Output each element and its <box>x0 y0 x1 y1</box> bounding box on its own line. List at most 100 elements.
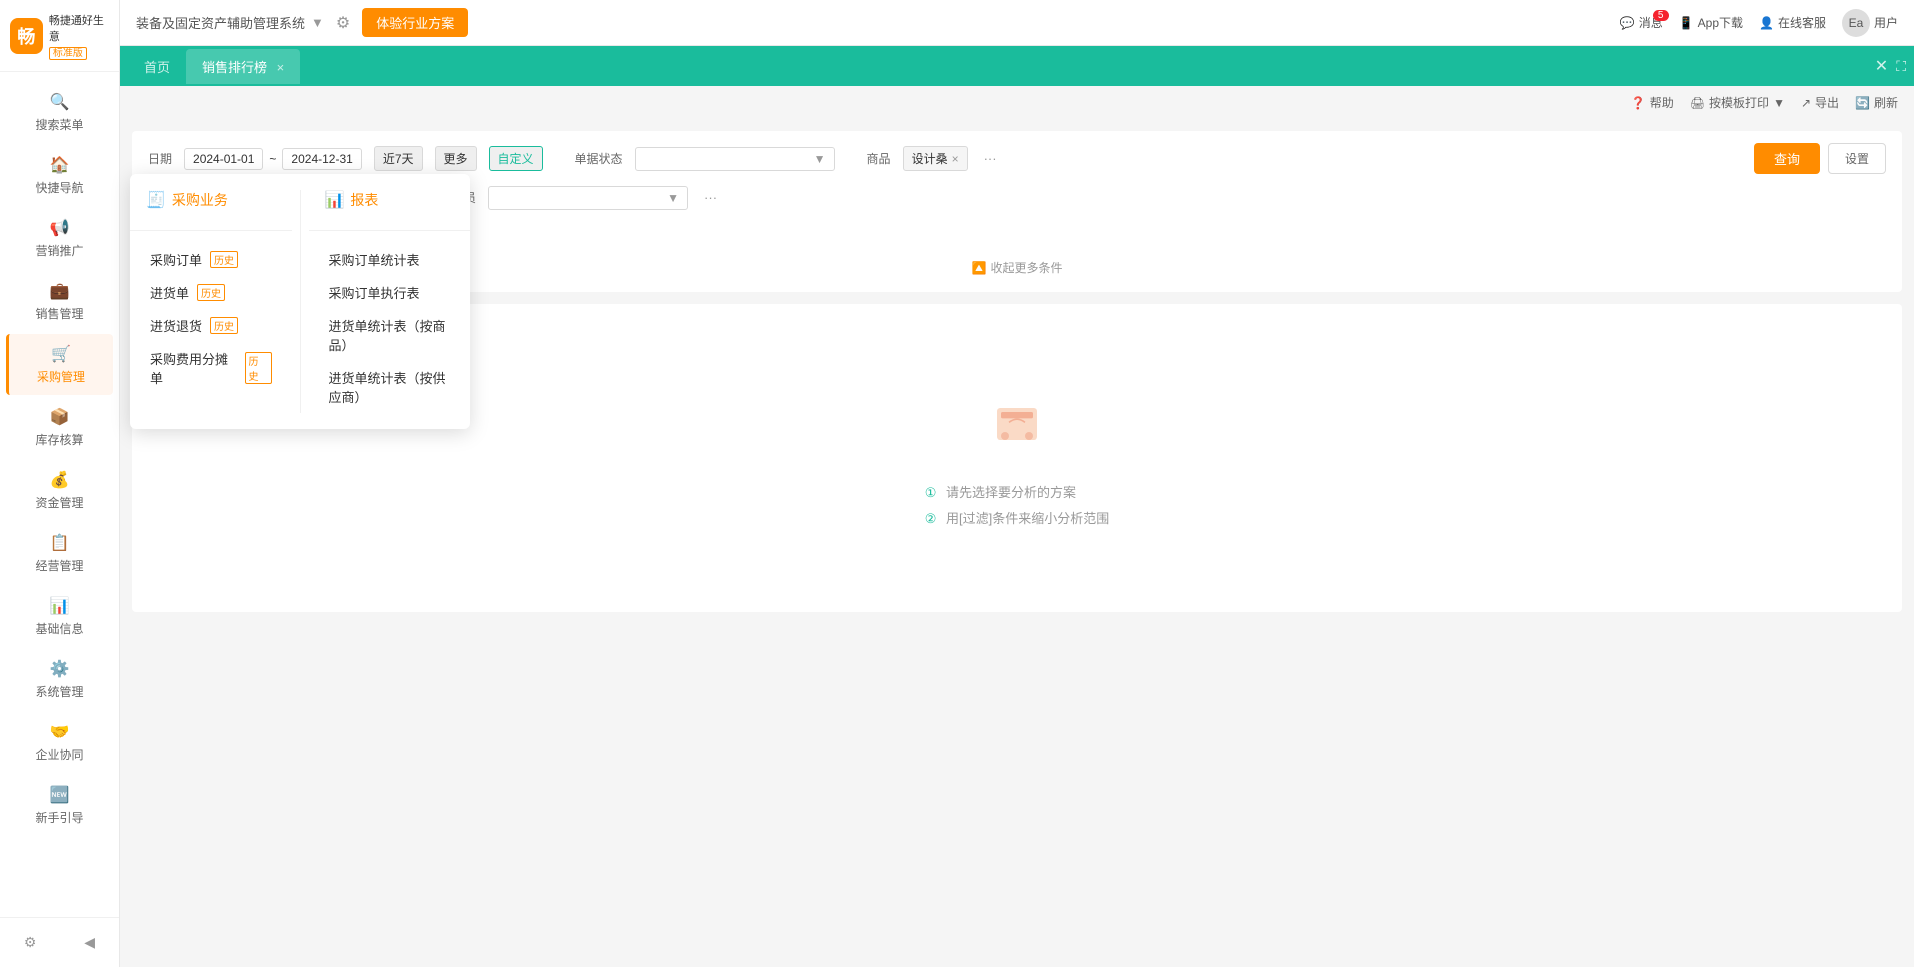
tabbar: 首页 销售排行榜 × ✕ ⛶ <box>120 46 1914 86</box>
settings-gear-icon[interactable]: ⚙ <box>336 13 350 33</box>
sidebar: 畅 畅捷通好生意 标准版 🔍 搜索菜单 🏠 快捷导航 📢 营销推广 💼 销售管理 <box>0 0 120 967</box>
tab-sales-ranking[interactable]: 销售排行榜 × <box>186 49 300 84</box>
home-icon: 🏠 <box>50 155 70 175</box>
marketing-icon: 📢 <box>50 218 70 238</box>
dropdown-menu-inner: 🧾 采购业务 采购订单 历史 进货单 历史 进货退货 历史 采购费用分摊单 历史 <box>146 190 454 413</box>
collapse-sidebar-btn[interactable]: ◀ <box>78 928 101 957</box>
export-icon: ↗ <box>1801 96 1811 110</box>
tab-home[interactable]: 首页 <box>128 49 186 84</box>
preset-more-btn[interactable]: 更多 <box>435 146 477 171</box>
system-name: 装备及固定资产辅助管理系统 <box>136 13 305 32</box>
online-service-btn[interactable]: 👤 在线客服 <box>1759 14 1826 31</box>
doc-status-select[interactable]: ▼ <box>635 147 835 171</box>
date-end[interactable]: 2024-12-31 <box>282 148 361 170</box>
doc-status-arrow: ▼ <box>814 152 826 166</box>
setting-btn[interactable]: 设置 <box>1828 143 1886 174</box>
main-area: 装备及固定资产辅助管理系统 ▼ ⚙ 体验行业方案 💬 消息 5 📱 App下载 … <box>120 0 1914 967</box>
purchase-order-stat-item[interactable]: 采购订单统计表 <box>325 243 455 276</box>
user-btn[interactable]: Ea 用户 <box>1842 9 1898 37</box>
goods-receipt-item[interactable]: 进货单 历史 <box>146 276 276 309</box>
system-dropdown-btn[interactable]: ▼ <box>311 15 324 30</box>
sidebar-item-basicinfo[interactable]: 📊 基础信息 <box>6 586 113 647</box>
inventory-icon: 📦 <box>50 407 70 427</box>
basicinfo-icon: 📊 <box>50 596 70 616</box>
refresh-icon: 🔄 <box>1855 96 1870 110</box>
sidebar-item-guide[interactable]: 🆕 新手引导 <box>6 775 113 836</box>
goods-stat-by-product-item[interactable]: 进货单统计表（按商品） <box>325 309 455 361</box>
message-icon: 💬 <box>1620 16 1635 30</box>
date-start[interactable]: 2024-01-01 <box>184 148 263 170</box>
purchase-icon: 🛒 <box>51 344 71 364</box>
salesperson-select[interactable]: ▼ <box>488 186 688 210</box>
sidebar-item-operations[interactable]: 📋 经营管理 <box>6 523 113 584</box>
search-icon: 🔍 <box>50 92 70 112</box>
empty-illustration <box>977 384 1057 464</box>
purchase-expense-item[interactable]: 采购费用分摊单 历史 <box>146 342 276 394</box>
product-more-btn[interactable]: ··· <box>984 151 997 166</box>
user-avatar: Ea <box>1842 9 1870 37</box>
filter-row-1: 日期 2024-01-01 ~ 2024-12-31 近7天 更多 自定义 单据… <box>148 143 1886 174</box>
message-btn[interactable]: 💬 消息 5 <box>1620 14 1663 31</box>
purchase-dropdown-menu: 🧾 采购业务 采购订单 历史 进货单 历史 进货退货 历史 采购费用分摊单 历史 <box>130 174 470 429</box>
sales-icon: 💼 <box>50 281 70 301</box>
export-btn[interactable]: ↗ 导出 <box>1801 94 1839 111</box>
menu-separator <box>300 190 301 413</box>
tabbar-close-icon[interactable]: ✕ <box>1875 56 1888 76</box>
salesperson-arrow: ▼ <box>667 191 679 205</box>
query-btn[interactable]: 查询 <box>1754 143 1820 174</box>
print-dropdown-icon[interactable]: ▼ <box>1773 96 1785 110</box>
topbar-right: 💬 消息 5 📱 App下载 👤 在线客服 Ea 用户 <box>1620 9 1898 37</box>
sidebar-item-sales[interactable]: 💼 销售管理 <box>6 271 113 332</box>
product-tag-value: 设计桑 <box>912 150 948 167</box>
product-tag-close-btn[interactable]: × <box>952 152 959 166</box>
operations-icon: 📋 <box>50 533 70 553</box>
tab-close-btn[interactable]: × <box>277 60 285 75</box>
empty-tip-2: ② 用[过滤]条件来缩小分析范围 <box>925 506 1110 532</box>
report-header: 📊 报表 <box>325 190 455 218</box>
collapse-icon: 🔼 <box>972 261 987 275</box>
sidebar-item-marketing[interactable]: 📢 营销推广 <box>6 208 113 269</box>
refresh-btn[interactable]: 🔄 刷新 <box>1855 94 1898 111</box>
purchase-business-col: 🧾 采购业务 采购订单 历史 进货单 历史 进货退货 历史 采购费用分摊单 历史 <box>146 190 276 413</box>
mobile-icon: 📱 <box>1679 16 1694 30</box>
product-label: 商品 <box>867 150 891 167</box>
sidebar-item-inventory[interactable]: 📦 库存核算 <box>6 397 113 458</box>
salesperson-more-btn[interactable]: ··· <box>704 190 717 205</box>
print-btn[interactable]: 🖨 按模板打印 ▼ <box>1690 94 1785 111</box>
doc-status-label: 单据状态 <box>575 150 623 167</box>
goods-return-item[interactable]: 进货退货 历史 <box>146 309 276 342</box>
message-badge: 5 <box>1653 10 1669 21</box>
help-btn[interactable]: ❓ 帮助 <box>1631 94 1674 111</box>
product-tag: 设计桑 × <box>903 146 968 171</box>
settings-footer-btn[interactable]: ⚙ <box>18 928 43 957</box>
service-icon: 👤 <box>1759 16 1774 30</box>
preset-custom-btn[interactable]: 自定义 <box>489 146 543 171</box>
sidebar-item-search[interactable]: 🔍 搜索菜单 <box>6 82 113 143</box>
empty-tip-1: ① 请先选择要分析的方案 <box>925 480 1110 506</box>
purchase-order-item[interactable]: 采购订单 历史 <box>146 243 276 276</box>
purchase-business-icon: 🧾 <box>146 190 166 210</box>
filter-actions: 查询 设置 <box>1754 143 1886 174</box>
app-download-btn[interactable]: 📱 App下载 <box>1679 14 1743 31</box>
sidebar-item-system[interactable]: ⚙️ 系统管理 <box>6 649 113 710</box>
sidebar-logo: 畅 畅捷通好生意 标准版 <box>0 0 119 72</box>
tabbar-expand-icon[interactable]: ⛶ <box>1896 58 1906 75</box>
guide-icon: 🆕 <box>50 785 70 805</box>
col2-divider <box>309 230 471 231</box>
trial-btn[interactable]: 体验行业方案 <box>362 8 468 37</box>
cooperation-icon: 🤝 <box>50 722 70 742</box>
preset-7days-btn[interactable]: 近7天 <box>374 146 423 171</box>
sidebar-footer: ⚙ ◀ <box>0 917 119 967</box>
sidebar-item-quicknav[interactable]: 🏠 快捷导航 <box>6 145 113 206</box>
report-col: 📊 报表 采购订单统计表 采购订单执行表 进货单统计表（按商品） 进货单统计表（… <box>325 190 455 413</box>
goods-stat-by-supplier-item[interactable]: 进货单统计表（按供应商） <box>325 361 455 413</box>
logo-icon: 畅 <box>10 18 43 54</box>
print-icon: 🖨 <box>1690 96 1705 110</box>
logo-text: 畅捷通好生意 标准版 <box>49 12 109 59</box>
purchase-order-exec-item[interactable]: 采购订单执行表 <box>325 276 455 309</box>
sidebar-item-purchase[interactable]: 🛒 采购管理 <box>6 334 113 395</box>
sidebar-item-cooperation[interactable]: 🤝 企业协同 <box>6 712 113 773</box>
finance-icon: 💰 <box>50 470 70 490</box>
sidebar-item-finance[interactable]: 💰 资金管理 <box>6 460 113 521</box>
topbar-system: 装备及固定资产辅助管理系统 ▼ <box>136 13 324 32</box>
